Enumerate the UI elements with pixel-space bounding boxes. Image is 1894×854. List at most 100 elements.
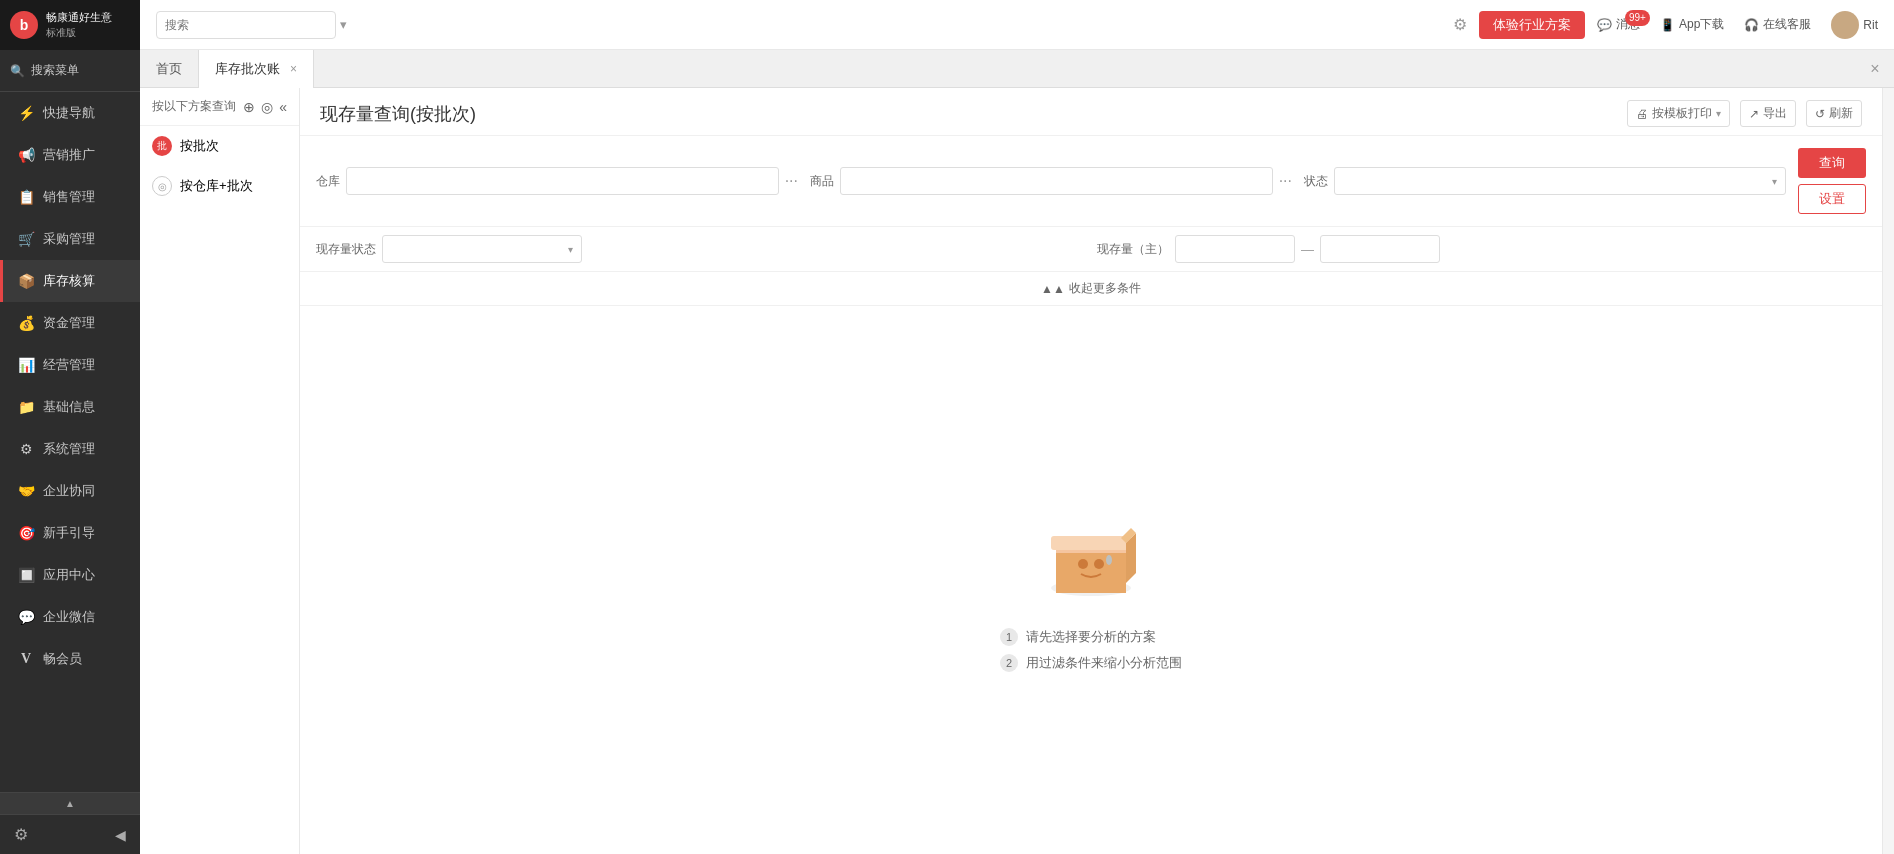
topbar: ▾ ⚙ 体验行业方案 💬 消息 99+ 📱 App下载 🎧 在线客服 Rit	[140, 0, 1894, 50]
topbar-right: 💬 消息 99+ 📱 App下载 🎧 在线客服 Rit	[1597, 11, 1878, 39]
sidebar-search-area[interactable]: 🔍 搜索菜单	[0, 50, 140, 92]
search-menu-button[interactable]: 🔍 搜索菜单	[10, 58, 130, 83]
right-scrollbar[interactable]	[1882, 88, 1894, 854]
sidebar-item-label: 资金管理	[43, 314, 95, 332]
print-dropdown-arrow[interactable]: ▾	[1716, 108, 1721, 119]
svg-rect-2	[1056, 553, 1126, 593]
product-label: 商品	[810, 173, 834, 190]
warehouse-label: 仓库	[316, 173, 340, 190]
sidebar-item-guide[interactable]: 🎯 新手引导	[0, 512, 140, 554]
product-filter-group: 商品 ···	[810, 167, 1292, 195]
collapse-sidebar-icon[interactable]: ◀	[115, 827, 126, 843]
inventory-status-label: 现存量状态	[316, 241, 376, 258]
sidebar-item-quick-nav[interactable]: ⚡ 快捷导航	[0, 92, 140, 134]
refresh-icon: ↺	[1815, 107, 1825, 121]
system-icon: ⚙	[17, 440, 35, 458]
trial-button[interactable]: 体验行业方案	[1479, 11, 1585, 39]
filter-add-icon[interactable]: ⊕	[243, 99, 255, 115]
sidebar-item-wechat[interactable]: 💬 企业微信	[0, 596, 140, 638]
refresh-button[interactable]: ↺ 刷新	[1806, 100, 1862, 127]
warehouse-input[interactable]	[346, 167, 779, 195]
tip-number-2: 2	[1000, 654, 1018, 672]
collapse-more-button[interactable]: ▲▲ 收起更多条件	[300, 272, 1882, 306]
operations-icon: 📊	[17, 356, 35, 374]
basic-info-icon: 📁	[17, 398, 35, 416]
topbar-search: ▾	[156, 11, 1441, 39]
filter-panel-header: 按以下方案查询 ⊕ ◎ «	[140, 88, 299, 126]
search-dropdown-icon[interactable]: ▾	[340, 17, 347, 32]
sidebar-item-purchase[interactable]: 🛒 采购管理	[0, 218, 140, 260]
filter-panel: 按以下方案查询 ⊕ ◎ « 批 按批次 ◎ 按仓库+批次	[140, 88, 300, 854]
print-button[interactable]: 🖨 按模板打印 ▾	[1627, 100, 1730, 127]
filter-item-by-warehouse-batch-label: 按仓库+批次	[180, 177, 253, 195]
messages-button[interactable]: 💬 消息 99+	[1597, 16, 1640, 33]
tab-home-label: 首页	[156, 60, 182, 78]
sidebar-item-system[interactable]: ⚙ 系统管理	[0, 428, 140, 470]
messages-badge: 99+	[1625, 10, 1650, 26]
status-dropdown-arrow: ▾	[1772, 176, 1777, 187]
sidebar-item-label: 畅会员	[43, 650, 82, 668]
app-logo: b	[10, 11, 38, 39]
marketing-icon: 📢	[17, 146, 35, 164]
collapse-label: 收起更多条件	[1069, 280, 1141, 297]
user-profile[interactable]: Rit	[1831, 11, 1878, 39]
app-download-button[interactable]: 📱 App下载	[1660, 16, 1724, 33]
collaboration-icon: 🤝	[17, 482, 35, 500]
tip-text-2: 用过滤条件来缩小分析范围	[1026, 654, 1182, 672]
page-header-actions: 🖨 按模板打印 ▾ ↗ 导出 ↺ 刷新	[1627, 100, 1862, 127]
query-settings-group: 查询 设置	[1798, 148, 1866, 214]
settings-button[interactable]: 设置	[1798, 184, 1866, 214]
sidebar-item-label: 经营管理	[43, 356, 95, 374]
sidebar: b 畅康通好生意 标准版 🔍 搜索菜单 ⚡ 快捷导航 📢 营销推广 📋 销售管理…	[0, 0, 140, 854]
range-dash: —	[1301, 242, 1314, 257]
filter-item-by-batch[interactable]: 批 按批次	[140, 126, 299, 166]
phone-icon: 📱	[1660, 18, 1675, 32]
sidebar-item-membership[interactable]: V 畅会员	[0, 638, 140, 680]
panel-close-button[interactable]: ×	[1856, 50, 1894, 88]
sidebar-item-label: 企业微信	[43, 608, 95, 626]
inventory-qty-max-input[interactable]	[1320, 235, 1440, 263]
sidebar-item-inventory[interactable]: 📦 库存核算	[0, 260, 140, 302]
inventory-qty-min-input[interactable]	[1175, 235, 1295, 263]
sidebar-item-basic-info[interactable]: 📁 基础信息	[0, 386, 140, 428]
tab-home[interactable]: 首页	[140, 50, 199, 88]
scroll-up-button[interactable]: ▲	[0, 792, 140, 814]
product-more-icon[interactable]: ···	[1279, 172, 1292, 190]
svg-point-6	[1078, 559, 1088, 569]
filter-setting-icon[interactable]: ◎	[261, 99, 273, 115]
inventory-status-dropdown: ▾	[568, 244, 573, 255]
print-icon: 🖨	[1636, 107, 1648, 121]
query-button[interactable]: 查询	[1798, 148, 1866, 178]
sidebar-item-app-center[interactable]: 🔲 应用中心	[0, 554, 140, 596]
status-select[interactable]: ▾	[1334, 167, 1786, 195]
tip-text-1: 请先选择要分析的方案	[1026, 628, 1156, 646]
inventory-status-select[interactable]: ▾	[382, 235, 582, 263]
topbar-gear-icon[interactable]: ⚙	[1453, 15, 1467, 34]
sidebar-item-finance[interactable]: 💰 资金管理	[0, 302, 140, 344]
print-label: 按模板打印	[1652, 105, 1712, 122]
sidebar-item-marketing[interactable]: 📢 营销推广	[0, 134, 140, 176]
tabbar: 首页 库存批次账 × ×	[140, 50, 1894, 88]
tab-inventory-batch[interactable]: 库存批次账 ×	[199, 50, 314, 88]
sidebar-item-collaboration[interactable]: 🤝 企业协同	[0, 470, 140, 512]
online-support-button[interactable]: 🎧 在线客服	[1744, 16, 1811, 33]
content-area: 按以下方案查询 ⊕ ◎ « 批 按批次 ◎ 按仓库+批次 现存量查询(按批次)	[140, 88, 1894, 854]
app-name-block: 畅康通好生意 标准版	[46, 10, 112, 39]
tab-close-icon[interactable]: ×	[290, 62, 297, 76]
export-button[interactable]: ↗ 导出	[1740, 100, 1796, 127]
sidebar-nav: ⚡ 快捷导航 📢 营销推广 📋 销售管理 🛒 采购管理 📦 库存核算 💰 资金管…	[0, 92, 140, 792]
export-label: 导出	[1763, 105, 1787, 122]
filter-collapse-icon[interactable]: «	[279, 99, 287, 115]
search-input[interactable]	[156, 11, 336, 39]
warehouse-more-icon[interactable]: ···	[785, 172, 798, 190]
filter-row-2: 现存量状态 ▾ 现存量（主） —	[300, 227, 1882, 272]
settings-gear-icon[interactable]: ⚙	[14, 825, 28, 844]
empty-tip-1: 1 请先选择要分析的方案	[1000, 628, 1182, 646]
sidebar-item-sales[interactable]: 📋 销售管理	[0, 176, 140, 218]
sidebar-header: b 畅康通好生意 标准版	[0, 0, 140, 50]
filter-item-by-warehouse-batch[interactable]: ◎ 按仓库+批次	[140, 166, 299, 206]
product-input[interactable]	[840, 167, 1273, 195]
sidebar-item-operations[interactable]: 📊 经营管理	[0, 344, 140, 386]
search-menu-label: 搜索菜单	[31, 62, 79, 79]
sidebar-item-label: 新手引导	[43, 524, 95, 542]
